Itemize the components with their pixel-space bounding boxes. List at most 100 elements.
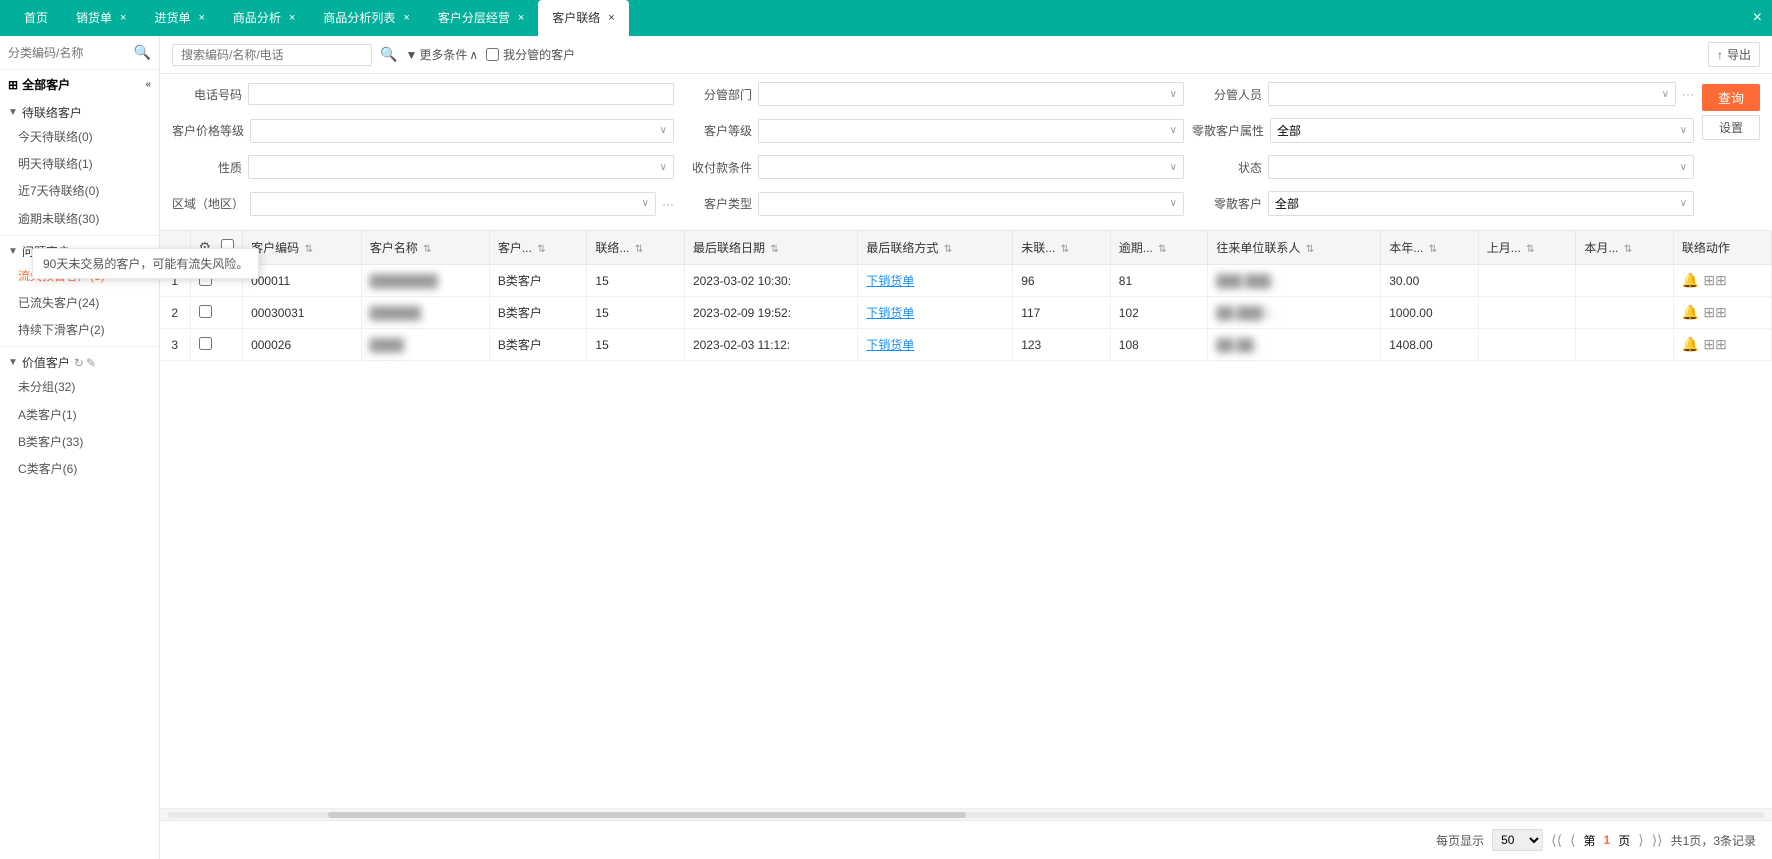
th-contact-count[interactable]: 联络... ⇅: [587, 231, 685, 265]
cell-this-month-0: [1576, 265, 1674, 297]
scrollbar-thumb[interactable]: [328, 812, 966, 818]
cell-uncontacted-1: 117: [1013, 297, 1111, 329]
more-action-icon-0[interactable]: ⊞⊞: [1703, 272, 1726, 289]
dept-label: 分管部门: [682, 86, 752, 103]
row-checkbox-1[interactable]: [199, 305, 212, 318]
region-label: 区域（地区）: [172, 195, 244, 212]
retail-attr-select[interactable]: 全部 ∨: [1270, 118, 1694, 143]
settings-button[interactable]: 设置: [1702, 115, 1760, 140]
th-person[interactable]: 往来单位联系人 ⇅: [1208, 231, 1381, 265]
more-action-icon-1[interactable]: ⊞⊞: [1703, 304, 1726, 321]
nav-analysis[interactable]: 商品分析 ×: [219, 0, 309, 36]
payment-select[interactable]: ∨: [758, 155, 1184, 179]
group-value-label[interactable]: ▼ 价值客户 ↻ ✎: [0, 349, 159, 374]
filter-row-4: 区域（地区） ∨ ··· 客户类型 ∨: [172, 191, 1694, 216]
region-select[interactable]: ∨: [250, 192, 656, 216]
th-uncontacted[interactable]: 未联... ⇅: [1013, 231, 1111, 265]
more-conditions-label: 更多条件: [419, 46, 467, 63]
group-pending-label[interactable]: ▼ 待联络客户: [0, 99, 159, 124]
manager-select[interactable]: ∨: [1268, 82, 1676, 106]
nav-analysis-list[interactable]: 商品分析列表 ×: [309, 0, 423, 36]
contact-icon-1[interactable]: 🔔: [1682, 304, 1699, 321]
page-size-select[interactable]: 50 100: [1492, 829, 1543, 851]
sidebar-item-declining[interactable]: 持续下滑客户(2): [0, 317, 159, 344]
sidebar-item-b-class[interactable]: B类客户(33): [0, 429, 159, 456]
customer-type-select[interactable]: ∨: [758, 192, 1184, 216]
th-overdue[interactable]: 逾期... ⇅: [1110, 231, 1208, 265]
arrow-down-icon-2: ▼: [8, 246, 18, 257]
nav-purchase[interactable]: 进货单 ×: [140, 0, 218, 36]
th-this-year[interactable]: 本年... ⇅: [1381, 231, 1479, 265]
th-type[interactable]: 客户... ⇅: [489, 231, 587, 265]
status-select[interactable]: ∨: [1268, 155, 1694, 179]
dept-select[interactable]: ∨: [758, 82, 1184, 106]
sidebar-item-a-class[interactable]: A类客户(1): [0, 402, 159, 429]
price-grade-select[interactable]: ∨: [250, 119, 674, 143]
manager-more-btn[interactable]: ···: [1682, 87, 1694, 101]
cell-last-method-1[interactable]: 下销货单: [858, 297, 1013, 329]
sidebar-item-overdue[interactable]: 逾期未联络(30): [0, 206, 159, 233]
search-input[interactable]: [172, 44, 372, 66]
next-page-btn[interactable]: ⟩: [1638, 832, 1643, 849]
nav-customer-segment-close[interactable]: ×: [518, 0, 524, 36]
cell-last-method-0[interactable]: 下销货单: [858, 265, 1013, 297]
th-name[interactable]: 客户名称 ⇅: [361, 231, 489, 265]
nav-sales-close[interactable]: ×: [120, 0, 126, 36]
nav-customer-contact[interactable]: 客户联络 ×: [538, 0, 628, 36]
th-last-date[interactable]: 最后联络日期 ⇅: [684, 231, 857, 265]
th-last-month-label: 上月...: [1487, 241, 1521, 255]
prev-page-btn[interactable]: ⟨: [1570, 832, 1575, 849]
my-customers-filter[interactable]: 我分管的客户: [486, 46, 575, 63]
th-action: 联络动作: [1673, 231, 1771, 265]
export-button[interactable]: ↑ 导出: [1708, 42, 1760, 67]
filter-region: 区域（地区） ∨ ···: [172, 192, 674, 216]
sidebar-item-c-class[interactable]: C类客户(6): [0, 456, 159, 483]
retail-customer-select[interactable]: 全部 ∨: [1268, 191, 1694, 216]
region-more-btn[interactable]: ···: [662, 197, 674, 211]
cell-actions-1: 🔔 ⊞⊞: [1673, 297, 1771, 329]
nature-select[interactable]: ∨: [248, 155, 674, 179]
cell-last-method-2[interactable]: 下销货单: [858, 329, 1013, 361]
th-code[interactable]: 客户编码 ⇅: [243, 231, 362, 265]
sidebar-item-7days[interactable]: 近7天待联络(0): [0, 178, 159, 205]
nav-home[interactable]: 首页: [10, 0, 62, 36]
nav-customer-contact-close[interactable]: ×: [608, 0, 614, 36]
my-customers-checkbox[interactable]: [486, 48, 499, 61]
phone-input[interactable]: [248, 83, 674, 105]
th-last-method[interactable]: 最后联络方式 ⇅: [858, 231, 1013, 265]
refresh-icon[interactable]: ↻: [74, 356, 84, 370]
nav-analysis-close[interactable]: ×: [289, 0, 295, 36]
search-button[interactable]: 🔍: [380, 46, 397, 63]
cell-contact-1: 15: [587, 297, 685, 329]
th-this-month[interactable]: 本月... ⇅: [1576, 231, 1674, 265]
contact-icon-2[interactable]: 🔔: [1682, 336, 1699, 353]
th-last-month[interactable]: 上月... ⇅: [1478, 231, 1576, 265]
th-uncontacted-label: 未联...: [1021, 241, 1055, 255]
query-button[interactable]: 查询: [1702, 84, 1760, 111]
edit-icon[interactable]: ✎: [86, 356, 96, 370]
window-close-btn[interactable]: ×: [1753, 9, 1762, 27]
contact-icon-0[interactable]: 🔔: [1682, 272, 1699, 289]
sidebar-all-customers[interactable]: ⊞ 全部客户 «: [0, 70, 159, 99]
customer-grade-select[interactable]: ∨: [758, 119, 1184, 143]
cell-this-year-1: 1000.00: [1381, 297, 1479, 329]
more-action-icon-2[interactable]: ⊞⊞: [1703, 336, 1726, 353]
cell-code-0: 000011: [243, 265, 362, 297]
more-conditions-btn[interactable]: ▼ 更多条件 ∧: [405, 46, 478, 63]
sidebar-item-ungrouped[interactable]: 未分组(32): [0, 374, 159, 401]
nav-analysis-list-close[interactable]: ×: [403, 0, 409, 36]
sidebar-item-churned[interactable]: 已流失客户(24): [0, 290, 159, 317]
nav-purchase-close[interactable]: ×: [198, 0, 204, 36]
sidebar-item-tomorrow[interactable]: 明天待联络(1): [0, 151, 159, 178]
first-page-btn[interactable]: ⟨⟨: [1551, 832, 1562, 849]
horizontal-scrollbar[interactable]: [160, 808, 1772, 820]
nav-customer-segment[interactable]: 客户分层经营 ×: [424, 0, 538, 36]
last-page-btn[interactable]: ⟩⟩: [1652, 832, 1663, 849]
sidebar-item-today[interactable]: 今天待联络(0): [0, 124, 159, 151]
page-total-label: 页: [1618, 832, 1630, 849]
cell-this-month-1: [1576, 297, 1674, 329]
sidebar-search-input[interactable]: [8, 46, 134, 60]
nav-sales[interactable]: 销货单 ×: [62, 0, 140, 36]
sort-icon-last-date: ⇅: [770, 244, 778, 255]
row-checkbox-2[interactable]: [199, 337, 212, 350]
